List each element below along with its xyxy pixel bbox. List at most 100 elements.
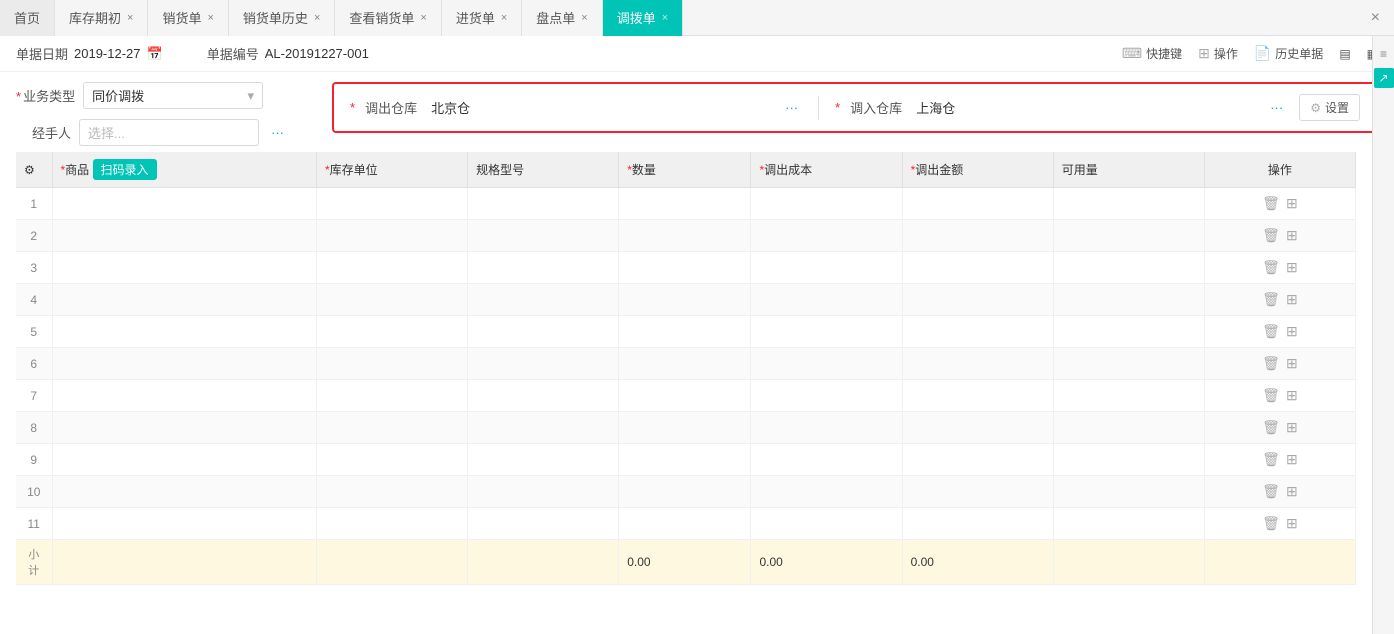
table-row: 3🗑⊞ (16, 252, 1356, 284)
table-row: 1🗑⊞ (16, 188, 1356, 220)
copy-icon-7[interactable]: ⊞ (1286, 387, 1298, 404)
tab-close-inventory-check[interactable]: × (581, 12, 587, 24)
handler-field: 经手人 选择... ··· (16, 119, 316, 146)
business-type-dropdown-icon: ▾ (248, 88, 255, 104)
gear-col-icon[interactable]: ⚙ (24, 163, 35, 177)
window-close-button[interactable]: × (1357, 0, 1394, 35)
tab-transfer[interactable]: 调拨单 × (603, 0, 683, 36)
delete-icon-6[interactable]: 🗑 (1262, 355, 1280, 372)
sidebar-list-btn[interactable]: ≡ (1374, 44, 1394, 64)
delete-icon-9[interactable]: 🗑 (1262, 451, 1280, 468)
th-cost: *调出成本 (751, 152, 902, 188)
tab-home[interactable]: 首页 (0, 0, 55, 36)
th-qty: *数量 (619, 152, 751, 188)
doc-date-label: 单据日期 (16, 44, 68, 63)
handler-more-btn[interactable]: ··· (267, 125, 288, 140)
warehouse-divider (818, 96, 819, 120)
in-warehouse-more-btn[interactable]: ··· (1266, 100, 1287, 115)
delete-icon-1[interactable]: 🗑 (1262, 195, 1280, 212)
doc-number-value: AL-20191227-001 (265, 46, 369, 61)
in-warehouse-item: * 调入仓库 上海仓 ··· (835, 98, 1287, 117)
th-gear: ⚙ (16, 152, 52, 188)
history-icon: 📄 (1254, 45, 1271, 62)
warehouse-box: * 调出仓库 北京仓 ··· * 调入仓库 上海仓 ··· ⚙ 设置 (332, 82, 1378, 133)
right-sidebar: ≡ ↗ (1372, 36, 1394, 634)
delete-icon-2[interactable]: 🗑 (1262, 227, 1280, 244)
tab-purchase-order[interactable]: 进货单 × (442, 0, 522, 36)
sidebar-export-btn[interactable]: ↗ (1374, 68, 1394, 88)
subtotal-row: 小计 0.00 0.00 0.00 (16, 540, 1356, 585)
th-available: 可用量 (1053, 152, 1204, 188)
handler-label: 经手人 (16, 123, 71, 142)
delete-icon-8[interactable]: 🗑 (1262, 419, 1280, 436)
th-spec: 规格型号 (468, 152, 619, 188)
tab-inventory-open[interactable]: 库存期初 × (55, 0, 148, 36)
shortcut-action[interactable]: ⌨ 快捷键 (1122, 45, 1182, 62)
th-unit: *库存单位 (316, 152, 467, 188)
doc-fields: 单据日期 2019-12-27 📅 单据编号 AL-20191227-001 (16, 44, 393, 63)
doc-header: 单据日期 2019-12-27 📅 单据编号 AL-20191227-001 ⌨… (0, 36, 1394, 72)
copy-icon-1[interactable]: ⊞ (1286, 195, 1298, 212)
delete-icon-7[interactable]: 🗑 (1262, 387, 1280, 404)
form-section: *业务类型 同价调拨 ▾ 经手人 选择... ··· * 调出仓库 北京仓 ··… (0, 72, 1394, 152)
history-action[interactable]: 📄 历史单据 (1254, 45, 1323, 62)
delete-icon-3[interactable]: 🗑 (1262, 259, 1280, 276)
layout1-action[interactable]: ▤ (1339, 47, 1350, 61)
table-row: 6🗑⊞ (16, 348, 1356, 380)
tab-inventory-check[interactable]: 盘点单 × (522, 0, 602, 36)
copy-icon-8[interactable]: ⊞ (1286, 419, 1298, 436)
out-warehouse-more-btn[interactable]: ··· (781, 100, 802, 115)
form-left: *业务类型 同价调拨 ▾ 经手人 选择... ··· (16, 82, 316, 146)
copy-icon-10[interactable]: ⊞ (1286, 483, 1298, 500)
tab-bar: 首页 库存期初 × 销货单 × 销货单历史 × 查看销货单 × 进货单 × 盘点… (0, 0, 1394, 36)
doc-date-field: 单据日期 2019-12-27 📅 (16, 44, 163, 63)
operations-action[interactable]: ⊞ 操作 (1198, 45, 1238, 62)
copy-icon-2[interactable]: ⊞ (1286, 227, 1298, 244)
out-warehouse-item: * 调出仓库 北京仓 ··· (350, 98, 802, 117)
copy-icon-4[interactable]: ⊞ (1286, 291, 1298, 308)
scan-button[interactable]: 扫码录入 (93, 159, 157, 180)
doc-date-value: 2019-12-27 (74, 46, 141, 61)
delete-icon-5[interactable]: 🗑 (1262, 323, 1280, 340)
copy-icon-11[interactable]: ⊞ (1286, 515, 1298, 532)
gear-icon: ⚙ (1310, 101, 1321, 115)
tab-close-transfer[interactable]: × (662, 12, 668, 24)
tab-close-sales-history[interactable]: × (314, 12, 320, 24)
subtotal-amount: 0.00 (902, 540, 1053, 585)
data-table: ⚙ *商品 扫码录入 *库存单位 规格型号 *数量 *调出成本 *调出金额 可用… (16, 152, 1356, 585)
delete-icon-10[interactable]: 🗑 (1262, 483, 1280, 500)
th-product: *商品 扫码录入 (52, 152, 316, 188)
delete-icon-11[interactable]: 🗑 (1262, 515, 1280, 532)
setting-button[interactable]: ⚙ 设置 (1299, 94, 1360, 121)
tab-close-inventory-open[interactable]: × (127, 12, 133, 24)
header-actions: ⌨ 快捷键 ⊞ 操作 📄 历史单据 ▤ ▦ (1122, 45, 1378, 62)
tab-close-view-sales[interactable]: × (420, 12, 426, 24)
tab-close-purchase-order[interactable]: × (501, 12, 507, 24)
table-row: 7🗑⊞ (16, 380, 1356, 412)
table-section: ⚙ *商品 扫码录入 *库存单位 规格型号 *数量 *调出成本 *调出金额 可用… (0, 152, 1372, 585)
table-row: 8🗑⊞ (16, 412, 1356, 444)
table-row: 11🗑⊞ (16, 508, 1356, 540)
shortcut-icon: ⌨ (1122, 45, 1142, 62)
table-row: 10🗑⊞ (16, 476, 1356, 508)
table-scroll[interactable]: ⚙ *商品 扫码录入 *库存单位 规格型号 *数量 *调出成本 *调出金额 可用… (16, 152, 1356, 585)
copy-icon-9[interactable]: ⊞ (1286, 451, 1298, 468)
doc-number-field: 单据编号 AL-20191227-001 (207, 44, 369, 63)
tab-view-sales[interactable]: 查看销货单 × (335, 0, 441, 36)
tab-sales-order[interactable]: 销货单 × (148, 0, 228, 36)
copy-icon-3[interactable]: ⊞ (1286, 259, 1298, 276)
subtotal-cost: 0.00 (751, 540, 902, 585)
handler-select[interactable]: 选择... (79, 119, 259, 146)
business-type-field: *业务类型 同价调拨 ▾ (16, 82, 316, 109)
copy-icon-5[interactable]: ⊞ (1286, 323, 1298, 340)
business-type-label: *业务类型 (16, 86, 75, 105)
subtotal-label: 小计 (16, 540, 52, 585)
tab-sales-history[interactable]: 销货单历史 × (229, 0, 335, 36)
tab-close-sales-order[interactable]: × (207, 12, 213, 24)
table-row: 4🗑⊞ (16, 284, 1356, 316)
delete-icon-4[interactable]: 🗑 (1262, 291, 1280, 308)
copy-icon-6[interactable]: ⊞ (1286, 355, 1298, 372)
calendar-icon[interactable]: 📅 (147, 46, 163, 62)
layout1-icon: ▤ (1339, 47, 1350, 61)
business-type-select[interactable]: 同价调拨 ▾ (83, 82, 263, 109)
